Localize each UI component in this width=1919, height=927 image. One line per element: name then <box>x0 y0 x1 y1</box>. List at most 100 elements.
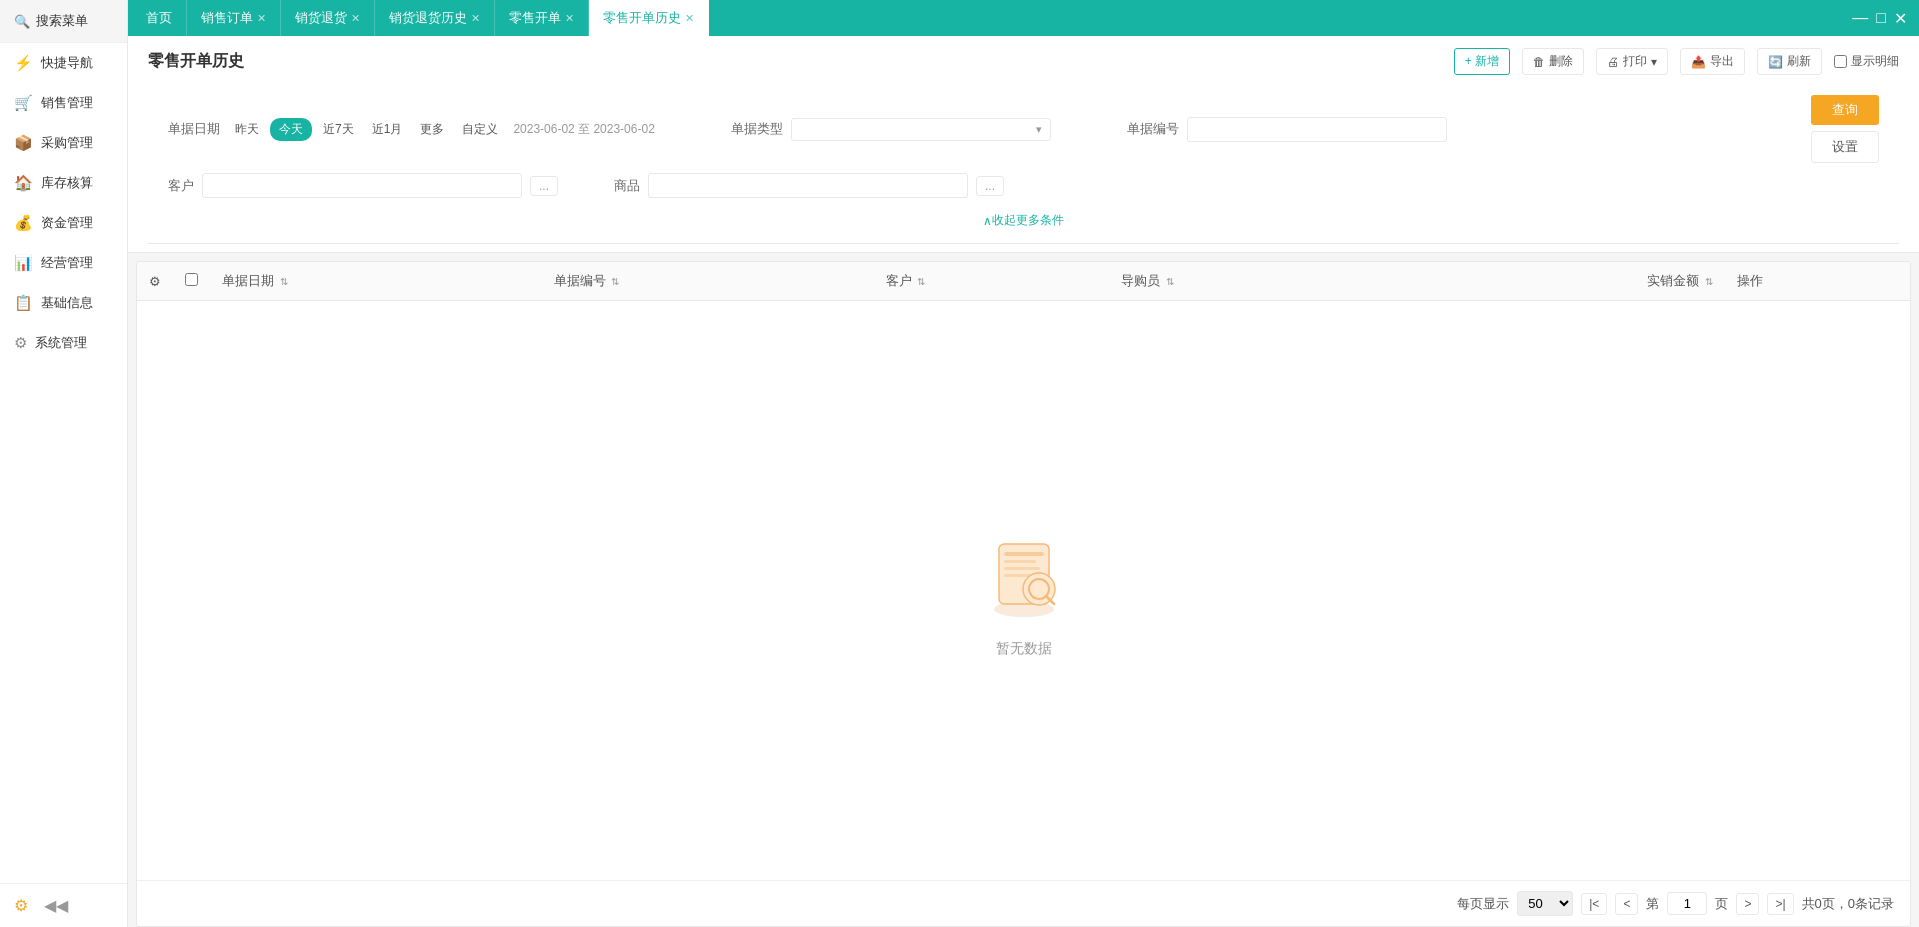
tab-sales-return-history-label: 销货退货历史 <box>389 9 467 27</box>
sidebar-item-operations[interactable]: 📊 经营管理 <box>0 243 127 283</box>
customer-ellipsis[interactable]: ... <box>530 176 558 196</box>
sidebar-item-purchase-mgmt[interactable]: 📦 采购管理 <box>0 123 127 163</box>
tab-retail-open[interactable]: 零售开单 ✕ <box>495 0 589 36</box>
goods-ellipsis[interactable]: ... <box>976 176 1004 196</box>
page-input[interactable] <box>1667 892 1707 915</box>
print-button[interactable]: 🖨 打印 ▾ <box>1596 48 1668 75</box>
page-last-btn[interactable]: >| <box>1767 893 1793 915</box>
date-shortcuts: 昨天 今天 近7天 近1月 更多 自定义 2023-06-02 至 2023-0… <box>228 118 655 141</box>
date-today[interactable]: 今天 <box>270 118 312 141</box>
finance-icon: 💰 <box>14 214 33 232</box>
sidebar-item-inventory[interactable]: 🏠 库存核算 <box>0 163 127 203</box>
tab-sales-return[interactable]: 销货退货 ✕ <box>281 0 375 36</box>
filter-settings-button[interactable]: 设置 <box>1811 131 1879 163</box>
date-custom[interactable]: 自定义 <box>455 118 505 141</box>
tab-retail-history[interactable]: 零售开单历史 ✕ <box>589 0 709 36</box>
filter-row-1: 单据日期 昨天 今天 近7天 近1月 更多 自定义 2023-06-02 至 2… <box>168 95 1879 163</box>
print-icon: 🖨 <box>1607 55 1619 69</box>
delete-button[interactable]: 🗑 删除 <box>1522 48 1584 75</box>
customer-sort-icon[interactable]: ⇅ <box>917 276 925 287</box>
date-more[interactable]: 更多 <box>413 118 451 141</box>
sidebar-finance-label: 资金管理 <box>41 214 93 232</box>
collapse-conditions[interactable]: ∧ 收起更多条件 <box>168 208 1879 233</box>
settings-gear-icon[interactable]: ⚙ <box>14 896 28 915</box>
window-maximize-icon[interactable]: □ <box>1876 9 1886 27</box>
sidebar-item-quicknav[interactable]: ⚡ 快捷导航 <box>0 43 127 83</box>
tab-sales-return-history-close[interactable]: ✕ <box>471 12 480 25</box>
col-amount: 实销金额 ⇅ <box>1393 262 1725 301</box>
window-close-icon[interactable]: ✕ <box>1894 9 1907 28</box>
tab-sales-return-history[interactable]: 销货退货历史 ✕ <box>375 0 495 36</box>
page-suffix: 页 <box>1715 895 1728 913</box>
sidebar-purchase-label: 采购管理 <box>41 134 93 152</box>
operations-icon: 📊 <box>14 254 33 272</box>
date-last7[interactable]: 近7天 <box>316 118 361 141</box>
filter-area: 单据日期 昨天 今天 近7天 近1月 更多 自定义 2023-06-02 至 2… <box>148 85 1899 244</box>
tab-sales-order-close[interactable]: ✕ <box>257 12 266 25</box>
doc-type-dropdown-icon: ▾ <box>1036 123 1042 136</box>
doc-type-select[interactable]: ▾ <box>791 118 1051 141</box>
refresh-button[interactable]: 🔄 刷新 <box>1757 48 1822 75</box>
delete-icon: 🗑 <box>1533 55 1545 69</box>
amount-sort-icon[interactable]: ⇅ <box>1705 276 1713 287</box>
tab-sales-order[interactable]: 销售订单 ✕ <box>187 0 281 36</box>
svg-rect-3 <box>1004 560 1036 563</box>
sidebar-item-sales-mgmt[interactable]: 🛒 销售管理 <box>0 83 127 123</box>
sidebar-search[interactable]: 🔍 搜索菜单 <box>0 0 127 43</box>
display-detail-checkbox[interactable] <box>1834 55 1847 68</box>
sidebar-item-sys-mgmt[interactable]: ⚙ 系统管理 <box>0 323 127 363</box>
main-content: 首页 销售订单 ✕ 销货退货 ✕ 销货退货历史 ✕ 零售开单 ✕ 零售开单历史 … <box>128 0 1919 927</box>
export-button[interactable]: 📤 导出 <box>1680 48 1745 75</box>
empty-icon <box>974 524 1074 624</box>
sidebar-item-basic-info[interactable]: 📋 基础信息 <box>0 283 127 323</box>
date-last-month[interactable]: 近1月 <box>365 118 410 141</box>
customer-input[interactable] <box>202 173 522 198</box>
page-label: 第 <box>1646 895 1659 913</box>
collapse-conditions-label: 收起更多条件 <box>992 212 1064 229</box>
col-date: 单据日期 ⇅ <box>210 262 542 301</box>
date-yesterday[interactable]: 昨天 <box>228 118 266 141</box>
filter-row-2: 客户 ... 商品 ... <box>168 173 1879 198</box>
purchase-icon: 📦 <box>14 134 33 152</box>
tab-sales-return-close[interactable]: ✕ <box>351 12 360 25</box>
guide-sort-icon[interactable]: ⇅ <box>1166 276 1174 287</box>
date-label: 单据日期 <box>168 120 220 138</box>
data-table: ⚙ 单据日期 ⇅ 单据编号 ⇅ <box>137 262 1910 301</box>
col-no: 单据编号 ⇅ <box>542 262 874 301</box>
doc-no-input[interactable] <box>1187 117 1447 142</box>
sidebar-basic-label: 基础信息 <box>41 294 93 312</box>
toolbar: + 新增 🗑 删除 🖨 打印 ▾ 📤 导出 🔄 <box>1454 48 1899 75</box>
select-all-checkbox[interactable] <box>185 273 198 286</box>
goods-input[interactable] <box>648 173 968 198</box>
page-first-btn[interactable]: |< <box>1581 893 1607 915</box>
date-sort-icon[interactable]: ⇅ <box>280 276 288 287</box>
page-size-select[interactable]: 50 100 200 <box>1517 891 1573 916</box>
doc-type-filter: 单据类型 ▾ <box>731 118 1051 141</box>
customer-filter: 客户 ... <box>168 173 558 198</box>
sidebar-search-label: 搜索菜单 <box>36 12 88 30</box>
total-text: 共0页，0条记录 <box>1802 895 1894 913</box>
col-action: 操作 <box>1725 262 1910 301</box>
page-content: 零售开单历史 + 新增 🗑 删除 🖨 打印 ▾ 📤 导出 <box>128 36 1919 927</box>
sidebar-quicknav-label: 快捷导航 <box>41 54 93 72</box>
empty-state: 暂无数据 <box>137 301 1910 880</box>
page-prev-btn[interactable]: < <box>1615 893 1638 915</box>
date-range-text: 2023-06-02 至 2023-06-02 <box>513 121 654 138</box>
display-detail-toggle[interactable]: 显示明细 <box>1834 53 1899 70</box>
window-minimize-icon[interactable]: — <box>1852 9 1868 27</box>
no-sort-icon[interactable]: ⇅ <box>611 276 619 287</box>
action-col: 查询 设置 <box>1811 95 1879 163</box>
sidebar-item-finance[interactable]: 💰 资金管理 <box>0 203 127 243</box>
tab-retail-open-close[interactable]: ✕ <box>565 12 574 25</box>
col-gear-icon[interactable]: ⚙ <box>149 274 161 289</box>
per-page-label: 每页显示 <box>1457 895 1509 913</box>
query-button[interactable]: 查询 <box>1811 95 1879 125</box>
page-title: 零售开单历史 <box>148 51 244 72</box>
col-guide: 导购员 ⇅ <box>1109 262 1393 301</box>
tab-retail-history-close[interactable]: ✕ <box>685 12 694 25</box>
sidebar-collapse-icon[interactable]: ◀◀ <box>44 896 68 915</box>
add-button[interactable]: + 新增 <box>1454 48 1510 75</box>
tab-home[interactable]: 首页 <box>132 0 187 36</box>
page-next-btn[interactable]: > <box>1736 893 1759 915</box>
inventory-icon: 🏠 <box>14 174 33 192</box>
